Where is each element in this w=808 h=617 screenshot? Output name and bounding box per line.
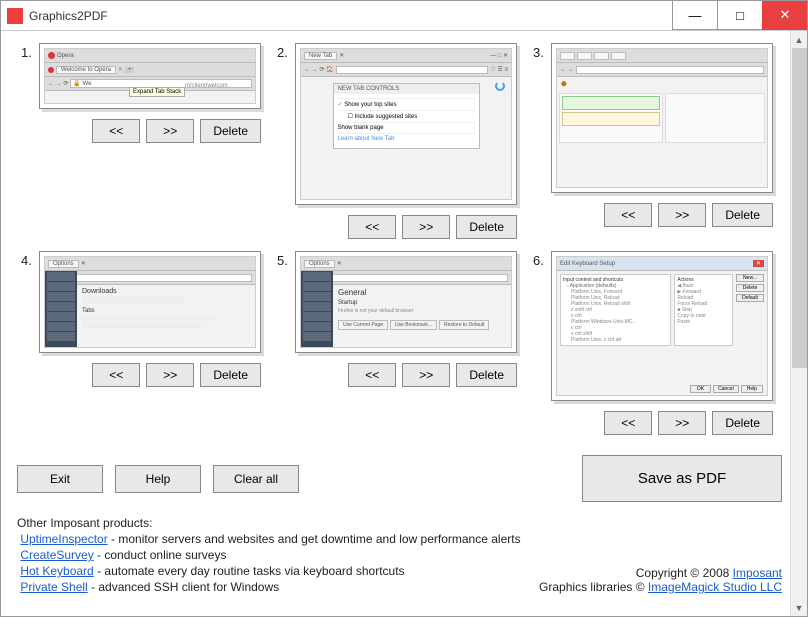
footer: Other Imposant products: UptimeInspector…: [17, 516, 782, 594]
save-as-pdf-button[interactable]: Save as PDF: [582, 455, 782, 502]
scroll-down-button[interactable]: ▼: [791, 599, 807, 616]
content-area: 1. Opera Welcome to Opera✕+ ← → ⟳🔒 We Ex…: [1, 31, 807, 616]
main-area: 1. Opera Welcome to Opera✕+ ← → ⟳🔒 We Ex…: [1, 31, 790, 616]
delete-button[interactable]: Delete: [712, 411, 773, 435]
clear-all-button[interactable]: Clear all: [213, 465, 299, 493]
item-buttons: << >> Delete: [551, 411, 773, 435]
item-buttons: << >> Delete: [295, 363, 517, 387]
imposant-link[interactable]: Imposant: [733, 566, 782, 580]
dialog: NEW TAB CONTROLS ✓ Show your top sites ☐…: [333, 83, 480, 149]
delete-button[interactable]: Delete: [712, 203, 773, 227]
delete-button[interactable]: Delete: [200, 119, 261, 143]
next-button[interactable]: >>: [402, 363, 450, 387]
sidebar: [45, 271, 77, 348]
delete-button[interactable]: Delete: [200, 363, 261, 387]
thumbnail-grid: 1. Opera Welcome to Opera✕+ ← → ⟳🔒 We Ex…: [17, 43, 782, 435]
thumbnail-frame[interactable]: Options✕ ← → Downloads Tabs: [39, 251, 261, 353]
thumbnail-frame[interactable]: Edit Keyboard Setup✕ Input context and s…: [551, 251, 773, 401]
next-button[interactable]: >>: [658, 203, 706, 227]
item-number: 3.: [533, 45, 544, 60]
next-button[interactable]: >>: [146, 363, 194, 387]
products-list: Other Imposant products: UptimeInspector…: [17, 516, 539, 594]
item-number: 1.: [21, 45, 32, 60]
item-buttons: << >> Delete: [295, 215, 517, 239]
prev-button[interactable]: <<: [348, 363, 396, 387]
titlebar: Graphics2PDF — □ ✕: [1, 1, 807, 31]
delete-button[interactable]: Delete: [456, 215, 517, 239]
app-icon: [7, 8, 23, 24]
uptimeinspector-link[interactable]: UptimeInspector: [20, 532, 107, 546]
close-button[interactable]: ✕: [762, 1, 807, 30]
prev-button[interactable]: <<: [92, 363, 140, 387]
vertical-scrollbar[interactable]: ▲ ▼: [790, 31, 807, 616]
next-button[interactable]: >>: [402, 215, 450, 239]
prev-button[interactable]: <<: [604, 203, 652, 227]
scroll-thumb[interactable]: [792, 48, 807, 368]
exit-button[interactable]: Exit: [17, 465, 103, 493]
createsurvey-link[interactable]: CreateSurvey: [20, 548, 93, 562]
thumbnail-item: 2. New Tab✕— □ ✕ ← → ⟳ 🏠 ♡ ☰ ≡ NEW TAB C…: [273, 43, 517, 239]
window-title: Graphics2PDF: [29, 9, 672, 23]
prev-button[interactable]: <<: [604, 411, 652, 435]
help-button[interactable]: Help: [115, 465, 201, 493]
thumbnail-preview: Opera Welcome to Opera✕+ ← → ⟳🔒 We Expan…: [44, 48, 256, 104]
copyright: Copyright © 2008 Imposant Graphics libra…: [539, 566, 782, 594]
thumbnail-preview: Options✕ ← → Downloads Tabs: [44, 256, 256, 348]
thumbnail-item: 1. Opera Welcome to Opera✕+ ← → ⟳🔒 We Ex…: [17, 43, 261, 239]
item-number: 4.: [21, 253, 32, 268]
item-number: 6.: [533, 253, 544, 268]
maximize-button[interactable]: □: [717, 1, 762, 30]
thumbnail-frame[interactable]: Opera Welcome to Opera✕+ ← → ⟳🔒 We Expan…: [39, 43, 261, 109]
thumbnail-preview: Options✕ ← → General Startup Firefox is …: [300, 256, 512, 348]
item-buttons: << >> Delete: [39, 363, 261, 387]
tooltip: Expand Tab Stack: [129, 87, 185, 97]
thumbnail-frame[interactable]: New Tab✕— □ ✕ ← → ⟳ 🏠 ♡ ☰ ≡ NEW TAB CONT…: [295, 43, 517, 205]
scroll-up-button[interactable]: ▲: [791, 31, 807, 48]
privateshell-link[interactable]: Private Shell: [20, 580, 87, 594]
next-button[interactable]: >>: [146, 119, 194, 143]
item-buttons: << >> Delete: [551, 203, 773, 227]
thumbnail-item: 4. Options✕ ← → Downloads Tabs: [17, 251, 261, 435]
next-button[interactable]: >>: [658, 411, 706, 435]
thumbnail-item: 6. Edit Keyboard Setup✕ Input context an…: [529, 251, 773, 435]
prev-button[interactable]: <<: [348, 215, 396, 239]
opera-icon: [48, 67, 54, 73]
imagemagick-link[interactable]: ImageMagick Studio LLC: [648, 580, 782, 594]
thumbnail-preview: Edit Keyboard Setup✕ Input context and s…: [556, 256, 768, 396]
hotkeyboard-link[interactable]: Hot Keyboard: [20, 564, 93, 578]
thumbnail-preview: ← → ⬤: [556, 48, 768, 188]
thumbnail-frame[interactable]: ← → ⬤: [551, 43, 773, 193]
spinner-icon: [495, 81, 505, 91]
opera-icon: [48, 52, 55, 59]
minimize-button[interactable]: —: [672, 1, 717, 30]
item-buttons: << >> Delete: [39, 119, 261, 143]
window-buttons: — □ ✕: [672, 1, 807, 30]
thumbnail-preview: New Tab✕— □ ✕ ← → ⟳ 🏠 ♡ ☰ ≡ NEW TAB CONT…: [300, 48, 512, 200]
thumbnail-frame[interactable]: Options✕ ← → General Startup Firefox is …: [295, 251, 517, 353]
item-number: 5.: [277, 253, 288, 268]
prev-button[interactable]: <<: [92, 119, 140, 143]
sidebar: [301, 271, 333, 348]
item-number: 2.: [277, 45, 288, 60]
thumbnail-item: 3. ← → ⬤: [529, 43, 773, 239]
thumbnail-item: 5. Options✕ ← → General Startup Firefox …: [273, 251, 517, 435]
app-window: Graphics2PDF — □ ✕ 1. Opera Welcome to O…: [0, 0, 808, 617]
products-heading: Other Imposant products:: [17, 516, 539, 530]
bottom-bar: Exit Help Clear all Save as PDF: [17, 451, 782, 506]
delete-button[interactable]: Delete: [456, 363, 517, 387]
